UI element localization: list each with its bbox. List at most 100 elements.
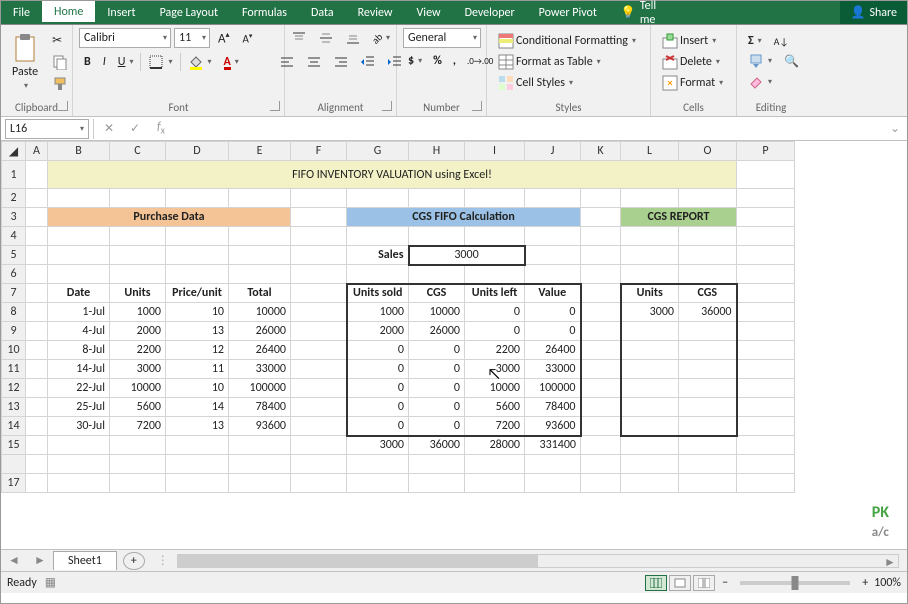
- row-header[interactable]: 10: [2, 341, 26, 360]
- sales-value[interactable]: 3000: [409, 246, 525, 265]
- row-header[interactable]: 11: [2, 360, 26, 379]
- cell[interactable]: 0: [347, 379, 409, 398]
- find-select-button[interactable]: 🔍: [779, 51, 804, 71]
- horizontal-scrollbar[interactable]: ◄►: [177, 554, 899, 568]
- dialog-launcher-icon[interactable]: [382, 101, 392, 111]
- col-header[interactable]: A: [26, 142, 48, 161]
- row-header[interactable]: 1: [2, 161, 26, 189]
- row-header[interactable]: 6: [2, 265, 26, 284]
- row-header[interactable]: 3: [2, 208, 26, 227]
- row-header[interactable]: 7: [2, 284, 26, 303]
- zoom-level[interactable]: 100%: [874, 576, 901, 590]
- cell[interactable]: [679, 417, 737, 436]
- sheet-nav-next[interactable]: ►: [27, 553, 53, 568]
- cell[interactable]: 10000: [229, 303, 291, 322]
- cell[interactable]: 26000: [229, 322, 291, 341]
- row-header[interactable]: 15: [2, 436, 26, 455]
- cell[interactable]: 11: [166, 360, 229, 379]
- underline-button[interactable]: U: [113, 53, 139, 71]
- cell[interactable]: [621, 360, 679, 379]
- col-header[interactable]: G: [347, 142, 409, 161]
- font-name-select[interactable]: Calibri: [79, 28, 171, 48]
- orientation-button[interactable]: ab: [367, 28, 395, 48]
- cell[interactable]: 8-Jul: [48, 341, 110, 360]
- col-cgs[interactable]: CGS: [409, 284, 465, 303]
- cell[interactable]: 7200: [465, 417, 525, 436]
- cell[interactable]: 2000: [110, 322, 166, 341]
- col-header[interactable]: H: [409, 142, 465, 161]
- sheet-tab[interactable]: Sheet1: [53, 551, 117, 570]
- align-top-button[interactable]: [286, 28, 312, 48]
- col-units-sold[interactable]: Units sold: [347, 284, 409, 303]
- col-date[interactable]: Date: [48, 284, 110, 303]
- cell[interactable]: 13: [166, 322, 229, 341]
- col-total[interactable]: Total: [229, 284, 291, 303]
- cell[interactable]: 3000: [347, 436, 409, 455]
- cell[interactable]: 33000: [525, 360, 581, 379]
- name-box[interactable]: L16: [5, 119, 89, 139]
- cell[interactable]: 0: [525, 322, 581, 341]
- zoom-in-button[interactable]: +: [862, 576, 868, 590]
- col-header[interactable]: D: [166, 142, 229, 161]
- normal-view-button[interactable]: [645, 575, 667, 591]
- clear-button[interactable]: [743, 72, 804, 92]
- cell[interactable]: 1000: [110, 303, 166, 322]
- font-color-button[interactable]: A: [219, 53, 244, 72]
- cell[interactable]: 26400: [525, 341, 581, 360]
- cell[interactable]: 1000: [347, 303, 409, 322]
- cell[interactable]: 0: [465, 303, 525, 322]
- col-header[interactable]: I: [465, 142, 525, 161]
- decrease-indent-button[interactable]: [355, 52, 381, 72]
- col-header[interactable]: K: [581, 142, 621, 161]
- copy-button[interactable]: [47, 52, 73, 72]
- col-header[interactable]: C: [110, 142, 166, 161]
- row-header[interactable]: 8: [2, 303, 26, 322]
- col-units[interactable]: Units: [110, 284, 166, 303]
- format-painter-button[interactable]: [47, 74, 73, 94]
- decrease-font-button[interactable]: A▾: [238, 29, 258, 48]
- col-report-cgs[interactable]: CGS: [679, 284, 737, 303]
- zoom-out-button[interactable]: −: [722, 576, 728, 590]
- sales-label[interactable]: Sales: [347, 246, 409, 265]
- cell[interactable]: 36000: [409, 436, 465, 455]
- tab-developer[interactable]: Developer: [453, 1, 527, 24]
- align-bottom-button[interactable]: [340, 28, 366, 48]
- cell[interactable]: 2000: [347, 322, 409, 341]
- cell[interactable]: 30-Jul: [48, 417, 110, 436]
- italic-button[interactable]: I: [98, 53, 111, 71]
- cell[interactable]: 3000: [621, 303, 679, 322]
- cell[interactable]: 0: [409, 417, 465, 436]
- cell[interactable]: 12: [166, 341, 229, 360]
- worksheet-grid[interactable]: ◢ ABCDEFGHIJKLOP 1FIFO INVENTORY VALUATI…: [1, 141, 907, 549]
- col-header[interactable]: J: [525, 142, 581, 161]
- page-layout-view-button[interactable]: [669, 575, 691, 591]
- col-value[interactable]: Value: [525, 284, 581, 303]
- cell[interactable]: 331400: [525, 436, 581, 455]
- align-left-button[interactable]: [274, 52, 300, 72]
- new-sheet-button[interactable]: +: [123, 552, 145, 570]
- purchase-header[interactable]: Purchase Data: [48, 208, 291, 227]
- row-header[interactable]: [2, 455, 26, 474]
- row-header[interactable]: 12: [2, 379, 26, 398]
- row-header[interactable]: 14: [2, 417, 26, 436]
- cut-button[interactable]: ✂: [47, 31, 73, 50]
- format-cells-button[interactable]: Format: [657, 73, 728, 93]
- expand-formula-bar-button[interactable]: ⌄: [887, 121, 903, 136]
- cell[interactable]: 28000: [465, 436, 525, 455]
- cell[interactable]: 3000: [110, 360, 166, 379]
- dialog-launcher-icon[interactable]: [472, 101, 482, 111]
- fill-color-button[interactable]: [183, 52, 217, 72]
- cell[interactable]: 10: [166, 303, 229, 322]
- cell[interactable]: 0: [409, 360, 465, 379]
- cell[interactable]: [621, 322, 679, 341]
- cell[interactable]: 3000: [465, 360, 525, 379]
- cell[interactable]: 10000: [465, 379, 525, 398]
- font-size-select[interactable]: 11: [174, 28, 210, 48]
- cell[interactable]: [679, 322, 737, 341]
- cell[interactable]: 5600: [465, 398, 525, 417]
- cell[interactable]: 13: [166, 417, 229, 436]
- col-units-left[interactable]: Units left: [465, 284, 525, 303]
- tab-review[interactable]: Review: [346, 1, 405, 24]
- align-center-button[interactable]: [301, 52, 327, 72]
- formula-input[interactable]: [176, 119, 883, 139]
